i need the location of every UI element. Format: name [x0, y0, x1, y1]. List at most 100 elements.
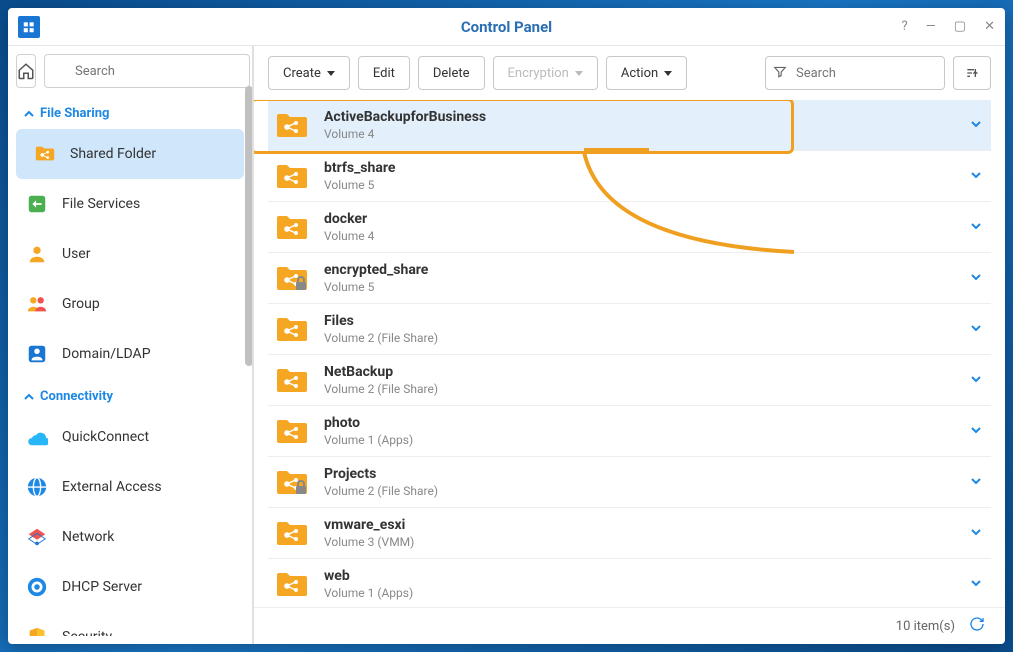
status-bar: 10 item(s) — [254, 607, 1005, 644]
chevron-down-icon[interactable] — [969, 218, 983, 237]
dhcp-icon — [26, 576, 48, 598]
sidebar-item-security[interactable]: Security — [8, 612, 252, 636]
user-icon — [26, 243, 48, 265]
toolbar: Create Edit Delete Encryption Action — [254, 46, 1005, 100]
chevron-down-icon[interactable] — [969, 116, 983, 135]
folder-name: docker — [324, 211, 961, 227]
folder-location: Volume 1 (Apps) — [324, 586, 961, 600]
sidebar-item-label: Group — [62, 296, 100, 312]
caret-down-icon — [575, 71, 583, 76]
chevron-down-icon[interactable] — [969, 320, 983, 339]
folder-row[interactable]: NetBackup Volume 2 (File Share) — [268, 355, 991, 406]
shared-folder-icon — [276, 519, 308, 547]
sidebar-item-label: File Services — [62, 196, 140, 212]
shared-folder-icon — [276, 264, 308, 292]
scrollbar[interactable] — [245, 86, 253, 366]
folder-name: Files — [324, 313, 961, 329]
folder-row[interactable]: Files Volume 2 (File Share) — [268, 304, 991, 355]
sidebar-item-label: Security — [62, 629, 112, 636]
folder-row[interactable]: encrypted_share Volume 5 — [268, 253, 991, 304]
security-icon — [26, 626, 48, 636]
sidebar-item-dhcp-server[interactable]: DHCP Server — [8, 562, 252, 612]
folder-row[interactable]: btrfs_shareVolume 5 — [268, 151, 991, 202]
sidebar-item-network[interactable]: Network — [8, 512, 252, 562]
folder-location: Volume 5 — [324, 280, 961, 294]
folder-list: ActiveBackupforBusinessVolume 4btrfs_sha… — [254, 100, 1005, 607]
folder-location: Volume 2 (File Share) — [324, 382, 961, 396]
folder-row[interactable]: vmware_esxi Volume 3 (VMM) — [268, 508, 991, 559]
folder-name: web — [324, 568, 961, 584]
chevron-down-icon[interactable] — [969, 371, 983, 390]
folder-name: Projects — [324, 466, 961, 482]
shared-folder-icon — [276, 366, 308, 394]
folder-location: Volume 4 — [324, 127, 961, 141]
encryption-button[interactable]: Encryption — [493, 56, 598, 90]
folder-name: NetBackup — [324, 364, 961, 380]
sidebar-item-shared-folder[interactable]: Shared Folder — [16, 129, 244, 179]
sidebar-item-external-access[interactable]: External Access — [8, 462, 252, 512]
shared-folder-icon — [276, 315, 308, 343]
close-icon[interactable]: ✕ — [984, 19, 995, 34]
sidebar-item-file-services[interactable]: File Services — [8, 179, 252, 229]
chevron-up-icon — [24, 392, 34, 402]
folder-row[interactable]: Projects Volume 2 (File Share) — [268, 457, 991, 508]
folder-name: photo — [324, 415, 961, 431]
sidebar-item-group[interactable]: Group — [8, 279, 252, 329]
folder-location: Volume 2 (File Share) — [324, 331, 961, 345]
toolbar-search-input[interactable] — [765, 56, 945, 90]
edit-button[interactable]: Edit — [358, 56, 410, 90]
refresh-button[interactable] — [969, 616, 985, 636]
chevron-down-icon[interactable] — [969, 269, 983, 288]
maximize-icon[interactable]: ▢ — [954, 19, 966, 34]
sidebar-section-header[interactable]: File Sharing — [8, 96, 252, 129]
folder-name: btrfs_share — [324, 160, 961, 176]
help-icon[interactable]: ? — [901, 19, 907, 34]
sidebar-item-quickconnect[interactable]: QuickConnect — [8, 412, 252, 462]
folder-location: Volume 3 (VMM) — [324, 535, 961, 549]
chevron-down-icon[interactable] — [969, 575, 983, 594]
folder-location: Volume 2 (File Share) — [324, 484, 961, 498]
sidebar-item-domain-ldap[interactable]: Domain/LDAP — [8, 329, 252, 379]
shared-folder-icon — [276, 213, 308, 241]
external-icon — [26, 476, 48, 498]
caret-down-icon — [664, 71, 672, 76]
folder-location: Volume 1 (Apps) — [324, 433, 961, 447]
domain-icon — [26, 343, 48, 365]
shared-folder-icon — [276, 111, 308, 139]
folder-location: Volume 4 — [324, 229, 961, 243]
shared-folder-icon — [34, 143, 56, 165]
create-button[interactable]: Create — [268, 56, 350, 90]
sidebar-item-label: External Access — [62, 479, 162, 495]
minimize-icon[interactable]: — — [926, 19, 936, 34]
quickconnect-icon — [26, 426, 48, 448]
chevron-down-icon[interactable] — [969, 524, 983, 543]
folder-name: encrypted_share — [324, 262, 961, 278]
sidebar-item-label: DHCP Server — [62, 579, 142, 595]
network-icon — [26, 526, 48, 548]
sidebar-item-user[interactable]: User — [8, 229, 252, 279]
file-services-icon — [26, 193, 48, 215]
chevron-down-icon[interactable] — [969, 473, 983, 492]
chevron-down-icon[interactable] — [969, 422, 983, 441]
delete-button[interactable]: Delete — [418, 56, 485, 90]
sidebar: File Sharing Shared Folder File Services Us… — [8, 46, 254, 644]
app-icon — [18, 16, 40, 38]
titlebar: Control Panel ? — ▢ ✕ — [8, 8, 1005, 46]
sidebar-section-header[interactable]: Connectivity — [8, 379, 252, 412]
sidebar-search-input[interactable] — [44, 54, 250, 88]
shared-folder-icon — [276, 468, 308, 496]
sidebar-item-label: Network — [62, 529, 114, 545]
folder-row[interactable]: ActiveBackupforBusinessVolume 4 — [268, 100, 991, 151]
group-icon — [26, 293, 48, 315]
shared-folder-icon — [276, 417, 308, 445]
action-button[interactable]: Action — [606, 56, 687, 90]
chevron-down-icon[interactable] — [969, 167, 983, 186]
control-panel-window: Control Panel ? — ▢ ✕ File SharingShared — [8, 8, 1005, 644]
home-button[interactable] — [16, 54, 36, 88]
folder-row[interactable]: docker Volume 4 — [268, 202, 991, 253]
sort-button[interactable] — [953, 56, 991, 90]
sidebar-item-label: Shared Folder — [70, 146, 156, 162]
folder-row[interactable]: photo Volume 1 (Apps) — [268, 406, 991, 457]
folder-row[interactable]: web Volume 1 (Apps) — [268, 559, 991, 607]
folder-name: vmware_esxi — [324, 517, 961, 533]
